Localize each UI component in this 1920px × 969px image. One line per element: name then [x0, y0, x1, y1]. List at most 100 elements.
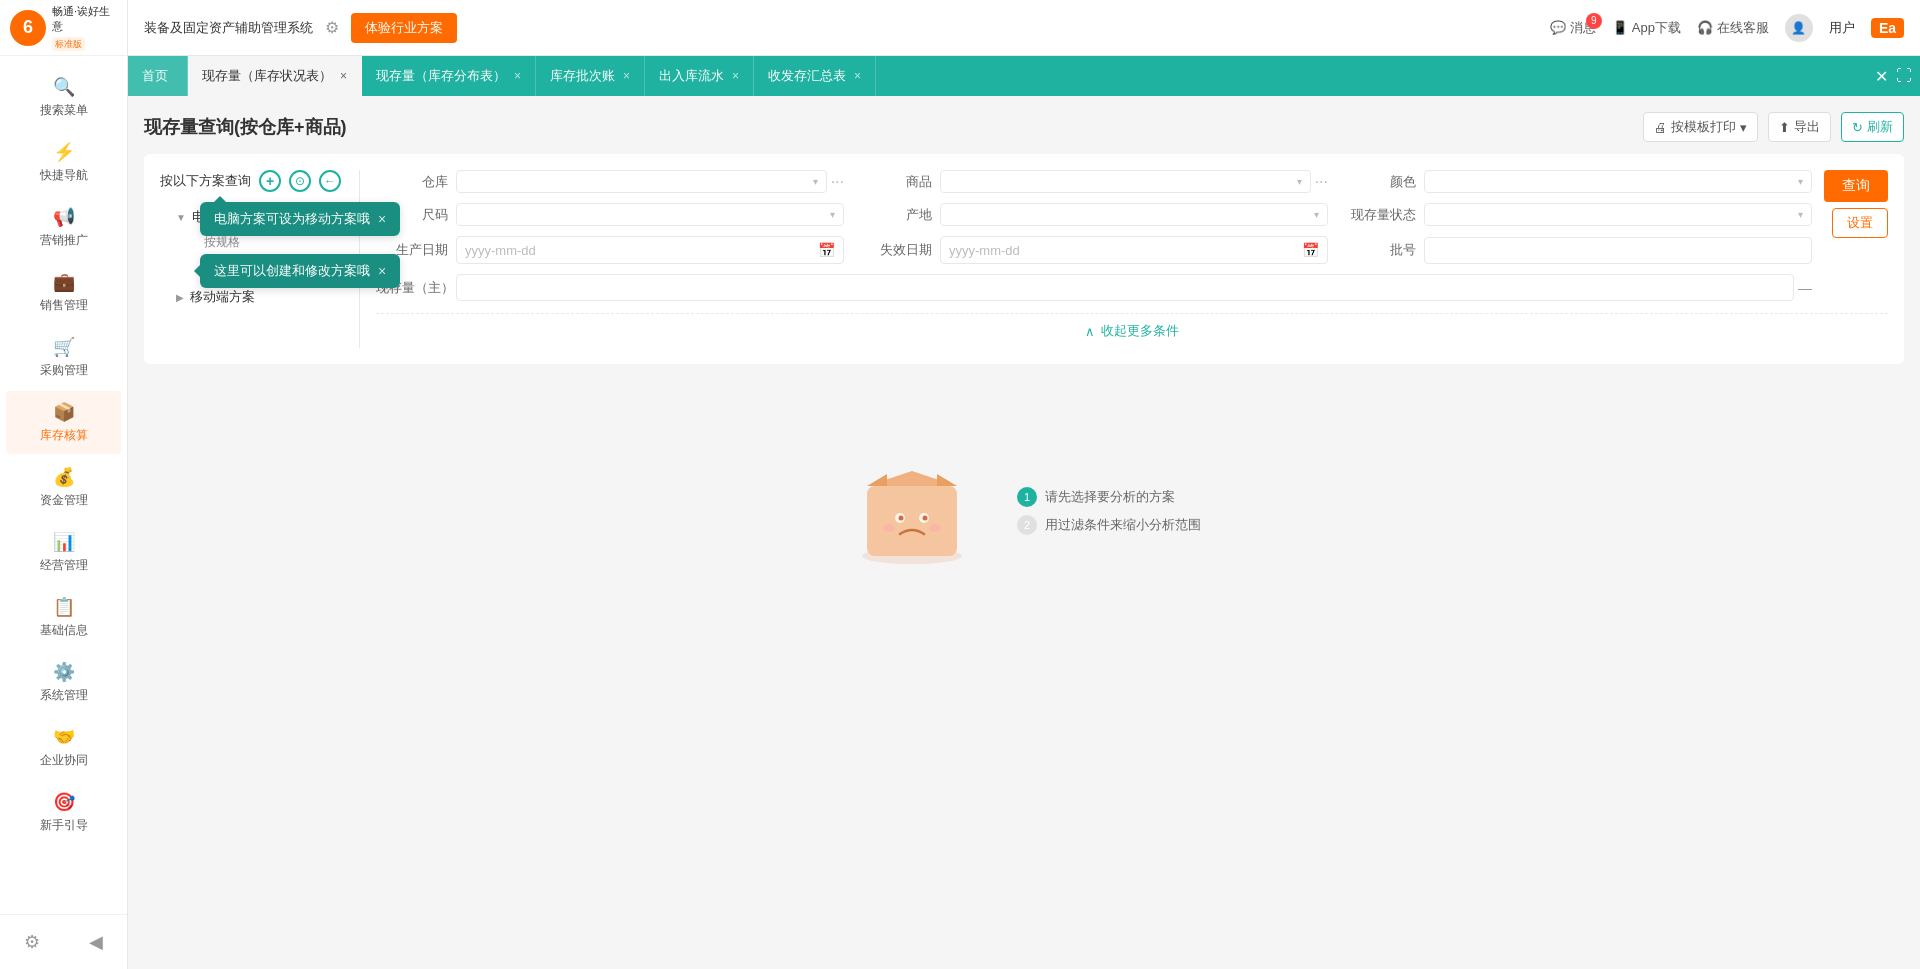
batch-no-input[interactable]: [1424, 237, 1812, 264]
sidebar-item-purchase[interactable]: 🛒 采购管理: [6, 326, 121, 389]
app-download-label: App下载: [1632, 19, 1681, 37]
stock-qty-range: —: [456, 274, 1812, 301]
empty-illustration: [847, 456, 977, 566]
tab-home-label: 首页: [142, 67, 168, 85]
stock-status-control: ▾: [1424, 203, 1812, 226]
goods-field: 商品 ▾ ···: [860, 170, 1328, 193]
step-1-text: 请先选择要分析的方案: [1045, 488, 1175, 506]
setup-btn[interactable]: 设置: [1832, 208, 1888, 238]
system-icon: ⚙️: [53, 661, 75, 683]
batch-no-label: 批号: [1344, 241, 1416, 259]
user-name: 用户: [1829, 19, 1855, 37]
empty-step-1: 1 请先选择要分析的方案: [1017, 487, 1201, 507]
export-icon: ⬆: [1779, 120, 1790, 135]
print-icon: 🖨: [1654, 120, 1667, 135]
refresh-btn[interactable]: ↻ 刷新: [1841, 112, 1904, 142]
sidebar-nav: 🔍 搜索菜单 ⚡ 快捷导航 📢 营销推广 💼 销售管理 🛒 采购管理 📦 库存核…: [0, 56, 127, 914]
tab-inventory-dist[interactable]: 现存量（库存分布表） ×: [362, 56, 536, 96]
filter-fields-area: 仓库 ▾ ···: [376, 170, 1812, 305]
collapse-bar[interactable]: ∧ 收起更多条件: [376, 313, 1888, 348]
sidebar-item-sales[interactable]: 💼 销售管理: [6, 261, 121, 324]
page-title: 现存量查询(按仓库+商品): [144, 115, 347, 139]
add-scheme-btn[interactable]: +: [259, 170, 281, 192]
back-btn[interactable]: ←: [319, 170, 341, 192]
stock-status-select[interactable]: ▾: [1424, 203, 1812, 226]
scheme-mobile-label: 移动端方案: [190, 288, 255, 306]
sidebar-item-guide[interactable]: 🎯 新手引导: [6, 781, 121, 844]
sidebar-item-marketing[interactable]: 📢 营销推广: [6, 196, 121, 259]
scheme-sub-text-1: 按规格: [204, 234, 240, 251]
collapse-sidebar-icon[interactable]: ◀: [85, 927, 107, 957]
header-gear-icon[interactable]: ⚙: [325, 18, 339, 37]
tab-inventory-dist-close[interactable]: ×: [514, 69, 521, 83]
tab-collect-summary[interactable]: 收发存汇总表 ×: [754, 56, 876, 96]
tooltip2-close[interactable]: ×: [378, 263, 386, 279]
app-logo-icon: 6: [10, 10, 46, 46]
tab-in-out-flow[interactable]: 出入库流水 ×: [645, 56, 754, 96]
filter-left-panel: 按以下方案查询 + ⊙ ← 电脑方案可设为移动方案哦 × ▼ 电脑端方案: [160, 170, 360, 348]
filter-row-3: 生产日期 yyyy-mm-dd 📅 失效日期: [376, 236, 1812, 264]
tabs-close-all-icon[interactable]: ✕: [1875, 67, 1888, 86]
origin-chevron-icon: ▾: [1314, 209, 1319, 220]
produce-date-input[interactable]: yyyy-mm-dd 📅: [456, 236, 844, 264]
warehouse-dots-icon[interactable]: ···: [831, 173, 844, 191]
tab-batch-account-label: 库存批次账: [550, 67, 615, 85]
filter-section: 按以下方案查询 + ⊙ ← 电脑方案可设为移动方案哦 × ▼ 电脑端方案: [144, 154, 1904, 364]
stock-status-chevron-icon: ▾: [1798, 209, 1803, 220]
size-select[interactable]: ▾: [456, 203, 844, 226]
collapse-text: 收起更多条件: [1101, 322, 1179, 340]
tab-inventory-status[interactable]: 现存量（库存状况表） ×: [188, 56, 362, 96]
ea-badge: Ea: [1871, 18, 1904, 38]
app-download-group[interactable]: 📱 App下载: [1612, 19, 1681, 37]
sidebar-item-inventory[interactable]: 📦 库存核算: [6, 391, 121, 454]
step-2-text: 用过滤条件来缩小分析范围: [1045, 516, 1201, 534]
search-btn[interactable]: 查询: [1824, 170, 1888, 202]
settings-bottom-icon[interactable]: ⚙: [20, 927, 44, 957]
batch-no-field: 批号: [1344, 236, 1812, 264]
goods-chevron-icon: ▾: [1297, 176, 1302, 187]
origin-label: 产地: [860, 206, 932, 224]
expire-date-input[interactable]: yyyy-mm-dd 📅: [940, 236, 1328, 264]
stock-status-field: 现存量状态 ▾: [1344, 203, 1812, 226]
tab-batch-account[interactable]: 库存批次账 ×: [536, 56, 645, 96]
operation-icon: 📊: [53, 531, 75, 553]
step-1-num: 1: [1017, 487, 1037, 507]
sidebar-item-basic-info[interactable]: 📋 基础信息: [6, 586, 121, 649]
tab-batch-account-close[interactable]: ×: [623, 69, 630, 83]
system-name: 装备及固定资产辅助管理系统: [144, 19, 313, 37]
filter-header: 按以下方案查询 + ⊙ ←: [160, 170, 347, 192]
export-btn[interactable]: ⬆ 导出: [1768, 112, 1831, 142]
trial-btn[interactable]: 体验行业方案: [351, 13, 457, 43]
sidebar-item-system[interactable]: ⚙️ 系统管理: [6, 651, 121, 714]
sidebar-item-quick-nav[interactable]: ⚡ 快捷导航: [6, 131, 121, 194]
print-template-btn[interactable]: 🖨 按模板打印 ▾: [1643, 112, 1758, 142]
warehouse-control: ▾ ···: [456, 170, 844, 193]
message-group[interactable]: 💬 消息 9: [1550, 19, 1596, 37]
tabs-fullscreen-icon[interactable]: ⛶: [1896, 67, 1912, 85]
color-select[interactable]: ▾: [1424, 170, 1812, 193]
origin-control: ▾: [940, 203, 1328, 226]
sidebar-item-finance[interactable]: 💰 资金管理: [6, 456, 121, 519]
warehouse-label: 仓库: [376, 173, 448, 191]
warehouse-select[interactable]: ▾: [456, 170, 827, 193]
goods-control: ▾ ···: [940, 170, 1328, 193]
online-service-group[interactable]: 🎧 在线客服: [1697, 19, 1769, 37]
sidebar-item-search[interactable]: 🔍 搜索菜单: [6, 66, 121, 129]
sidebar-item-operation[interactable]: 📊 经营管理: [6, 521, 121, 584]
size-chevron-icon: ▾: [830, 209, 835, 220]
scheme-mobile-arrow: ▶: [176, 292, 184, 303]
tab-in-out-flow-close[interactable]: ×: [732, 69, 739, 83]
tab-inventory-status-close[interactable]: ×: [340, 69, 347, 83]
tab-home[interactable]: 首页: [128, 56, 188, 96]
tab-collect-summary-close[interactable]: ×: [854, 69, 861, 83]
refresh-icon: ↻: [1852, 120, 1863, 135]
origin-select[interactable]: ▾: [940, 203, 1328, 226]
tooltip1-close[interactable]: ×: [378, 211, 386, 227]
goods-select[interactable]: ▾: [940, 170, 1311, 193]
sidebar-item-enterprise[interactable]: 🤝 企业协同: [6, 716, 121, 779]
online-service-label: 在线客服: [1717, 19, 1769, 37]
phone-icon: 📱: [1612, 20, 1628, 35]
goods-dots-icon[interactable]: ···: [1315, 173, 1328, 191]
stock-qty-min-input[interactable]: [456, 274, 1794, 301]
copy-scheme-btn[interactable]: ⊙: [289, 170, 311, 192]
